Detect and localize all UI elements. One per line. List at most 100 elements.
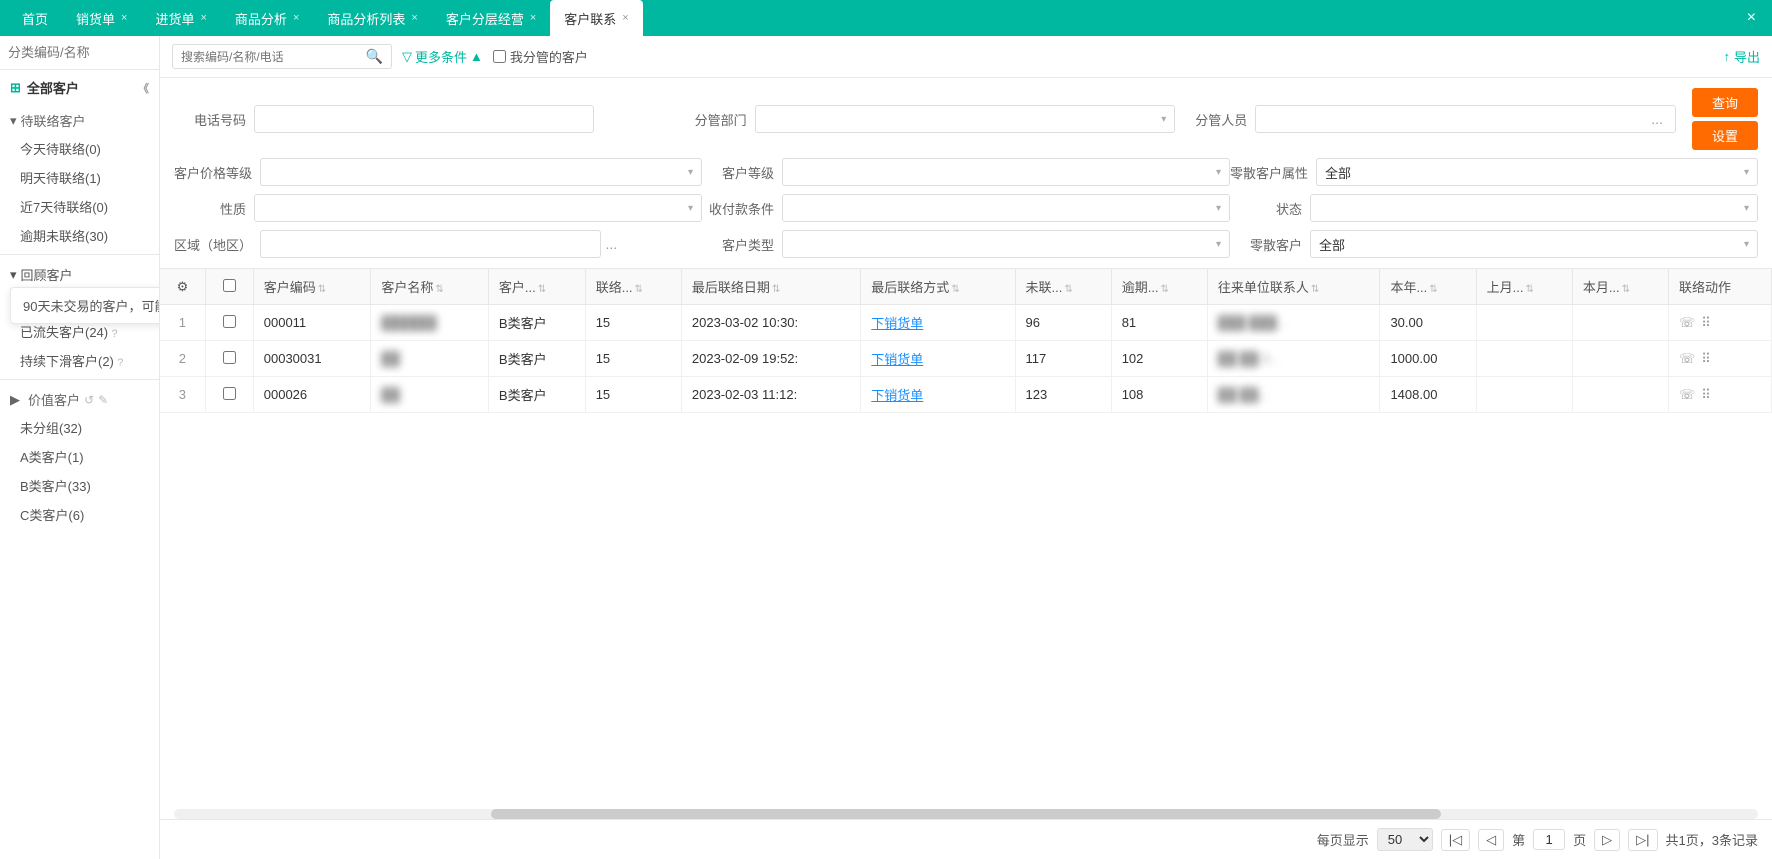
next-page-btn[interactable]: ▷ [1594,829,1620,851]
contact-icon[interactable]: ☏ [1679,351,1695,367]
close-tab-purchase[interactable]: × [200,12,206,24]
customer-type-select[interactable]: ▾ [782,230,1230,258]
gender-select[interactable]: ▾ [254,194,702,222]
th-last-month[interactable]: 上月...⇅ [1476,269,1572,305]
prev-page-btn[interactable]: ◁ [1478,829,1504,851]
dept-select[interactable]: ▾ [755,105,1176,133]
my-customers-checkbox[interactable] [493,50,506,63]
main-search-icon[interactable]: 🔍 [366,48,383,65]
region-select[interactable] [260,230,601,258]
more-actions-icon[interactable]: ⠿ [1701,387,1711,403]
close-tab-analysis-list[interactable]: × [411,12,417,24]
gender-arrow-icon: ▾ [688,203,693,214]
filter-person: 分管人员 ... [1175,105,1676,133]
th-settings[interactable]: ⚙ [160,269,205,305]
settings-button[interactable]: 设置 [1692,121,1758,150]
sort-code-icon: ⇅ [318,284,326,295]
th-this-month[interactable]: 本月...⇅ [1572,269,1668,305]
level-arrow-icon: ▾ [1216,167,1221,178]
th-code[interactable]: 客户编码⇅ [253,269,371,305]
row-last-method[interactable]: 下销货单 [861,377,1015,413]
retail-select[interactable]: 全部 ▾ [1310,230,1758,258]
close-all-tabs[interactable]: × [1739,9,1764,27]
th-type[interactable]: 客户...⇅ [488,269,585,305]
horizontal-scrollbar[interactable] [174,809,1758,819]
th-last-date[interactable]: 最后联络日期⇅ [681,269,860,305]
th-liaison[interactable]: 往来单位联系人⇅ [1207,269,1380,305]
sidebar-item-declining[interactable]: 持续下滑客户(2) ? [0,346,159,375]
tab-home[interactable]: 首页 [8,0,62,36]
th-this-year[interactable]: 本年...⇅ [1380,269,1476,305]
close-tab-customer-contact[interactable]: × [622,12,628,24]
arrow-down-icon-2: ▾ [10,267,17,283]
more-actions-icon[interactable]: ⠿ [1701,315,1711,331]
sort-year-icon: ⇅ [1429,284,1437,295]
page-end-label: 页 [1573,830,1586,849]
more-actions-icon[interactable]: ⠿ [1701,351,1711,367]
phone-input[interactable] [254,105,594,133]
attr-select[interactable]: 全部 ▾ [1316,158,1758,186]
query-button[interactable]: 查询 [1692,88,1758,117]
person-dots-icon[interactable]: ... [1647,111,1667,127]
table-row: 2 00030031 ██ B类客户 15 2023-02-09 19:52: … [160,341,1772,377]
pending-contact-group[interactable]: ▾ 待联络客户 [0,105,159,134]
last-page-btn[interactable]: ▷| [1628,829,1657,851]
sidebar-item-7days[interactable]: 近7天待联络(0) [0,192,159,221]
status-arrow-icon: ▾ [1744,203,1749,214]
sidebar-item-overdue[interactable]: 逾期未联络(30) [0,221,159,250]
person-select[interactable]: ... [1255,105,1676,133]
select-all-checkbox[interactable] [223,279,236,292]
row-checkbox[interactable] [223,315,236,328]
row-last-method[interactable]: 下销货单 [861,305,1015,341]
th-uncontacted[interactable]: 未联...⇅ [1015,269,1111,305]
all-customers-header[interactable]: ⊞ 全部客户 《 [0,70,159,105]
sidebar-search-input[interactable] [8,45,160,60]
sidebar-item-tomorrow[interactable]: 明天待联络(1) [0,163,159,192]
th-name[interactable]: 客户名称⇅ [371,269,489,305]
th-overdue[interactable]: 逾期...⇅ [1111,269,1207,305]
row-this-month [1572,305,1668,341]
tab-purchase[interactable]: 进货单 × [141,0,220,36]
tab-analysis[interactable]: 商品分析 × [221,0,313,36]
more-conditions-btn[interactable]: ▽ 更多条件 ▲ [402,47,483,66]
page-num-input[interactable] [1533,829,1565,850]
tab-sales[interactable]: 销货单 × [62,0,141,36]
customer-level-select[interactable]: ▾ [782,158,1230,186]
main-search-input[interactable] [181,50,366,64]
total-records-label: 共1页，3条记录 [1666,830,1758,849]
row-name: ██ [371,377,489,413]
close-tab-customer-layer[interactable]: × [530,12,536,24]
row-checkbox-cell[interactable] [205,305,253,341]
th-contact[interactable]: 联络...⇅ [585,269,681,305]
row-checkbox-cell[interactable] [205,341,253,377]
close-tab-sales[interactable]: × [121,12,127,24]
region-dots-icon[interactable]: ... [601,236,621,252]
row-checkbox[interactable] [223,387,236,400]
row-checkbox-cell[interactable] [205,377,253,413]
row-last-method[interactable]: 下销货单 [861,341,1015,377]
tab-customer-contact[interactable]: 客户联系 × [550,0,642,36]
sidebar-item-ungroup[interactable]: 未分组(32) [0,413,159,442]
tab-analysis-list[interactable]: 商品分析列表 × [313,0,431,36]
risk-customers-group[interactable]: ▾ 回顾客户 90天未交易的客户，可能有流失风险。 [0,259,159,288]
th-checkbox[interactable] [205,269,253,305]
sidebar-item-a-class[interactable]: A类客户(1) [0,442,159,471]
sidebar-item-today[interactable]: 今天待联络(0) [0,134,159,163]
contact-icon[interactable]: ☏ [1679,315,1695,331]
scrollbar-thumb[interactable] [491,809,1441,819]
first-page-btn[interactable]: |◁ [1441,829,1470,851]
price-level-select[interactable]: ▾ [260,158,702,186]
tab-customer-layer[interactable]: 客户分层经营 × [432,0,550,36]
contact-icon[interactable]: ☏ [1679,387,1695,403]
payment-select[interactable]: ▾ [782,194,1230,222]
sidebar-item-b-class[interactable]: B类客户(33) [0,471,159,500]
attr-arrow-icon: ▾ [1744,167,1749,178]
close-tab-analysis[interactable]: × [293,12,299,24]
sidebar-item-c-class[interactable]: C类客户(6) [0,500,159,529]
row-checkbox[interactable] [223,351,236,364]
status-select[interactable]: ▾ [1310,194,1758,222]
th-last-method[interactable]: 最后联络方式⇅ [861,269,1015,305]
export-button[interactable]: ↑ 导出 [1723,47,1760,66]
per-page-select[interactable]: 50 100 200 [1377,828,1433,851]
value-customers-group[interactable]: ▶ 价值客户 ↺ ✎ [0,384,159,413]
